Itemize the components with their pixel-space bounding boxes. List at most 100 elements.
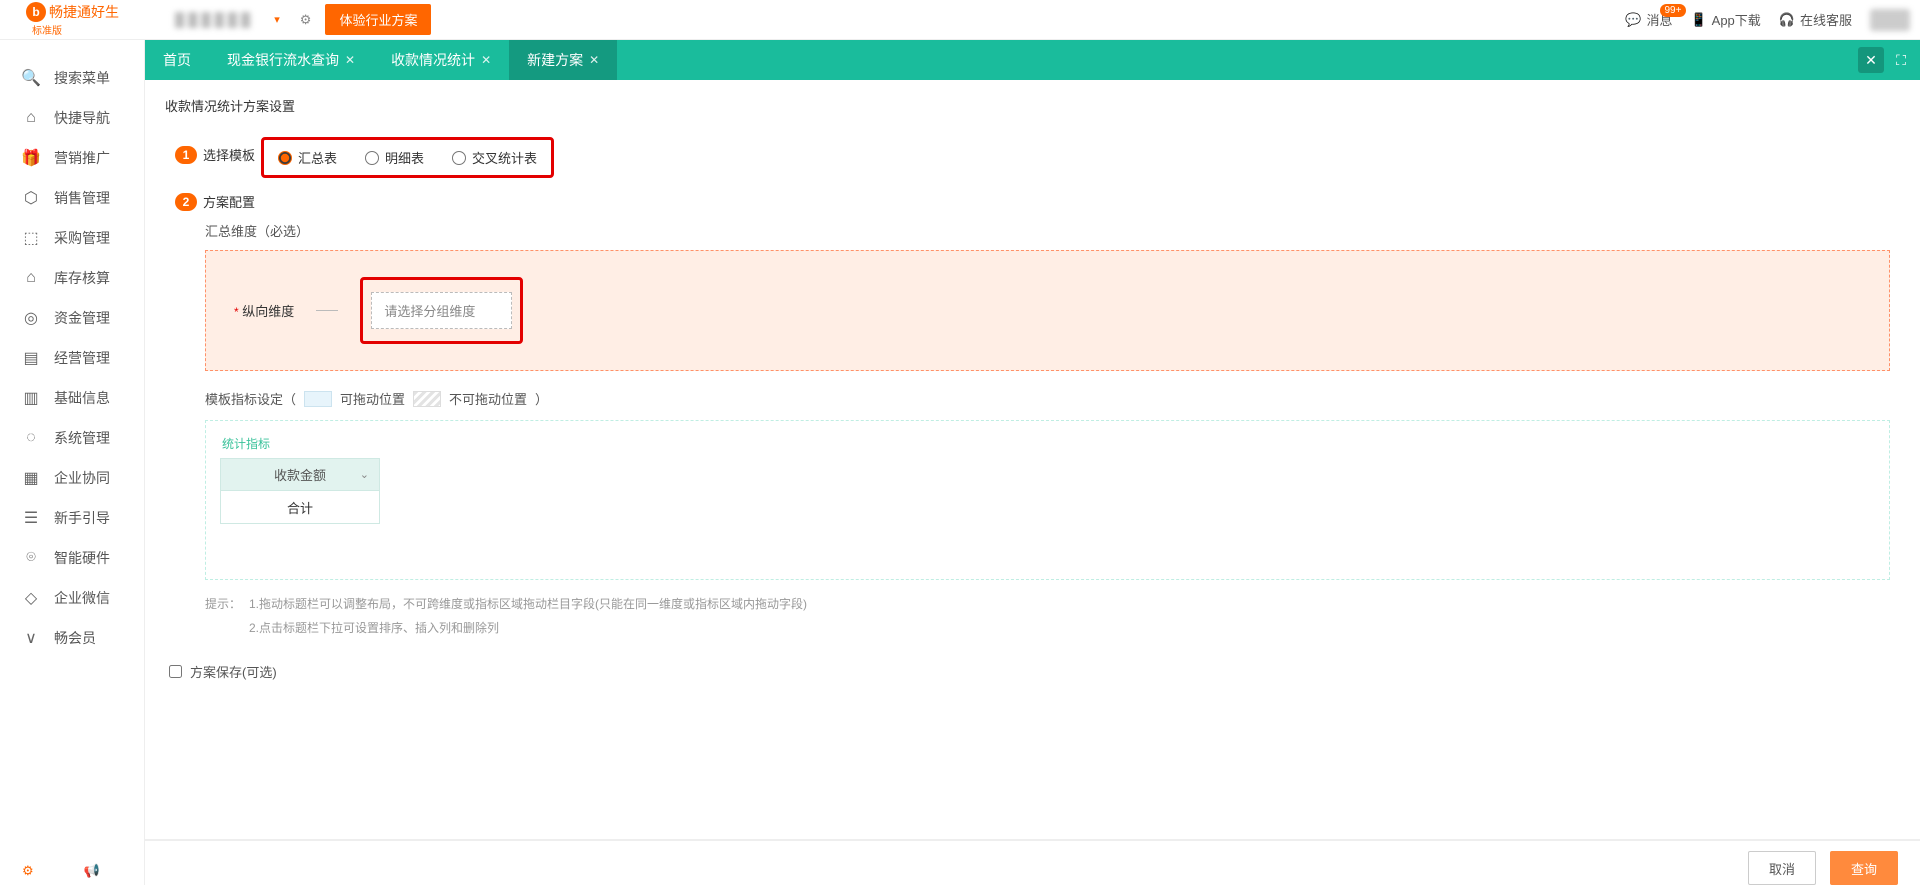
tab[interactable]: 现金银行流水查询✕ — [209, 40, 373, 80]
sidebar-item-guide[interactable]: ☰新手引导 — [0, 498, 144, 538]
template-radio-label: 明细表 — [385, 148, 424, 167]
sidebar-item-member-icon: ∨ — [22, 628, 40, 648]
chevron-down-icon[interactable]: ▾ — [274, 13, 280, 26]
swatch-nondraggable — [413, 391, 441, 407]
sidebar-item-inventory[interactable]: ⌂库存核算 — [0, 258, 144, 298]
close-icon[interactable]: ✕ — [589, 53, 599, 67]
sidebar-item-label: 资金管理 — [54, 308, 110, 328]
template-radio-input[interactable] — [365, 151, 379, 165]
chevron-down-icon[interactable]: ⌄ — [360, 468, 369, 481]
sidebar-item-purchase-icon: ⬚ — [22, 228, 40, 248]
sidebar-item-marketing[interactable]: 🎁 营销推广 — [0, 138, 144, 178]
tab[interactable]: 收款情况统计 ✕ — [373, 40, 509, 80]
tips-block: 提示：1.拖动标题栏可以调整布局，不可跨维度或指标区域拖动栏目字段(只能在同一维… — [205, 592, 1890, 640]
metric-area-title: 统计指标 — [220, 435, 1875, 452]
required-asterisk: * — [234, 305, 239, 319]
trial-button[interactable]: 体验行业方案 — [325, 4, 431, 35]
sidebar-item-sales[interactable]: ⬡销售管理 — [0, 178, 144, 218]
close-icon: ✕ — [1865, 52, 1877, 69]
tab[interactable]: 新建方案 ✕ — [509, 40, 617, 80]
dimension-select[interactable]: 请选择分组维度 — [371, 292, 512, 329]
messages-link[interactable]: 💬 消息 99+ — [1625, 10, 1672, 29]
sidebar: 🔍搜索菜单⌂快捷导航🎁营销推广⬡销售管理⬚采购管理⌂库存核算◎资金管理▤经营管理… — [0, 40, 145, 885]
tab-label: 新建方案 — [527, 50, 583, 70]
sidebar-item-label: 营销推广 — [54, 148, 110, 168]
sidebar-item-label: 库存核算 — [54, 268, 110, 288]
sidebar-item-label: 搜索菜单 — [54, 68, 110, 88]
gear-icon[interactable]: ⚙ — [300, 12, 312, 28]
support-label: 在线客服 — [1800, 10, 1852, 29]
template-radio[interactable]: 交叉统计表 — [452, 148, 537, 167]
sidebar-bottom-icon-2[interactable]: 📢 — [84, 863, 100, 879]
sidebar-item-basicinfo[interactable]: ▥基础信息 — [0, 378, 144, 418]
cancel-button[interactable]: 取消 — [1748, 851, 1816, 885]
sidebar-item-basicinfo-icon: ▥ — [22, 388, 40, 408]
sidebar-item-funds-icon: ◎ — [22, 308, 40, 328]
sidebar-item-system-icon: ◌ — [22, 429, 40, 447]
msg-badge: 99+ — [1660, 4, 1687, 17]
sidebar-item-guide-icon: ☰ — [22, 508, 40, 528]
expand-icon: ⛶ — [1896, 52, 1906, 69]
sidebar-item-hardware[interactable]: ⌾ 智能硬件 — [0, 538, 144, 578]
template-radio[interactable]: 明细表 — [365, 148, 424, 167]
tab-label: 首页 — [163, 50, 191, 70]
step-1-badge: 1 — [175, 146, 197, 164]
dimension-highlight-box: 请选择分组维度 — [360, 277, 523, 344]
metric-header-cell[interactable]: 收款金额 ⌄ — [221, 459, 379, 491]
template-radio-input[interactable] — [278, 151, 292, 165]
sidebar-item-wechat-icon: ◇ — [22, 588, 40, 608]
sidebar-item-marketing-icon: 🎁 — [22, 148, 40, 168]
sidebar-item-purchase[interactable]: ⬚ 采购管理 — [0, 218, 144, 258]
template-radio[interactable]: 汇总表 — [278, 148, 337, 167]
sidebar-item-label: 采购管理 — [54, 228, 110, 248]
app-download-link[interactable]: 📱 App下载 — [1690, 10, 1760, 29]
sidebar-item-collab[interactable]: ▦ 企业协同 — [0, 458, 144, 498]
sidebar-bottom-icon-1[interactable]: ⚙ — [22, 863, 34, 879]
close-icon[interactable]: ✕ — [345, 53, 355, 67]
tab-close-all[interactable]: ✕ — [1858, 47, 1884, 73]
sidebar-item-search[interactable]: 🔍搜索菜单 — [0, 58, 144, 98]
step-2-label: 方案配置 — [203, 192, 255, 211]
logo-text: 畅捷通好生 — [49, 2, 119, 22]
dimension-card: * 纵向维度 请选择分组维度 — [205, 250, 1890, 371]
query-button[interactable]: 查询 — [1830, 851, 1898, 885]
sidebar-item-wechat[interactable]: ◇企业微信 — [0, 578, 144, 618]
sidebar-item-hardware-icon: ⌾ — [22, 549, 40, 567]
user-avatar-masked[interactable] — [1870, 9, 1910, 31]
template-highlight-box: 汇总表 明细表 交叉统计表 — [261, 137, 554, 178]
sidebar-item-label: 智能硬件 — [54, 548, 110, 568]
metric-drop-area[interactable]: 统计指标 收款金额 ⌄ 合计 — [205, 420, 1890, 580]
sidebar-item-funds[interactable]: ◎ 资金管理 — [0, 298, 144, 338]
chat-icon: 💬 — [1625, 12, 1641, 28]
sidebar-item-shortcut[interactable]: ⌂快捷导航 — [0, 98, 144, 138]
template-radio-input[interactable] — [452, 151, 466, 165]
tab-label: 收款情况统计 — [391, 50, 475, 70]
metric-column[interactable]: 收款金额 ⌄ 合计 — [220, 458, 380, 524]
template-radio-label: 汇总表 — [298, 148, 337, 167]
dim-section-title: 汇总维度（必选） — [205, 221, 1890, 240]
logo: b 畅捷通好生 标准版 — [10, 2, 135, 37]
sidebar-item-collab-icon: ▦ — [22, 468, 40, 488]
sidebar-item-sales-icon: ⬡ — [22, 188, 40, 208]
support-link[interactable]: 🎧 在线客服 — [1779, 10, 1852, 29]
tab-bar: 首页现金银行流水查询✕ 收款情况统计 ✕ 新建方案 ✕ ✕ ⛶ — [145, 40, 1920, 80]
sidebar-item-member[interactable]: ∨畅会员 — [0, 618, 144, 658]
sidebar-item-label: 企业协同 — [54, 468, 110, 488]
logo-edition: 标准版 — [10, 22, 62, 37]
dim-field-label: 纵向维度 — [242, 304, 294, 319]
template-radio-label: 交叉统计表 — [472, 148, 537, 167]
save-plan-label: 方案保存(可选) — [190, 662, 277, 681]
tab[interactable]: 首页 — [145, 40, 209, 80]
indicator-legend: 模板指标设定（ 可拖动位置 不可拖动位置 ） — [205, 389, 1890, 408]
save-plan-checkbox[interactable] — [169, 665, 182, 678]
metric-total-cell: 合计 — [221, 491, 379, 523]
swatch-draggable — [304, 391, 332, 407]
sidebar-item-operations[interactable]: ▤经营管理 — [0, 338, 144, 378]
fullscreen-toggle[interactable]: ⛶ — [1888, 47, 1914, 73]
sidebar-item-system[interactable]: ◌ 系统管理 — [0, 418, 144, 458]
sidebar-item-shortcut-icon: ⌂ — [22, 109, 40, 127]
sidebar-item-label: 经营管理 — [54, 348, 110, 368]
sidebar-item-label: 系统管理 — [54, 428, 110, 448]
step-1-label: 选择模板 — [203, 145, 255, 164]
close-icon[interactable]: ✕ — [481, 53, 491, 67]
